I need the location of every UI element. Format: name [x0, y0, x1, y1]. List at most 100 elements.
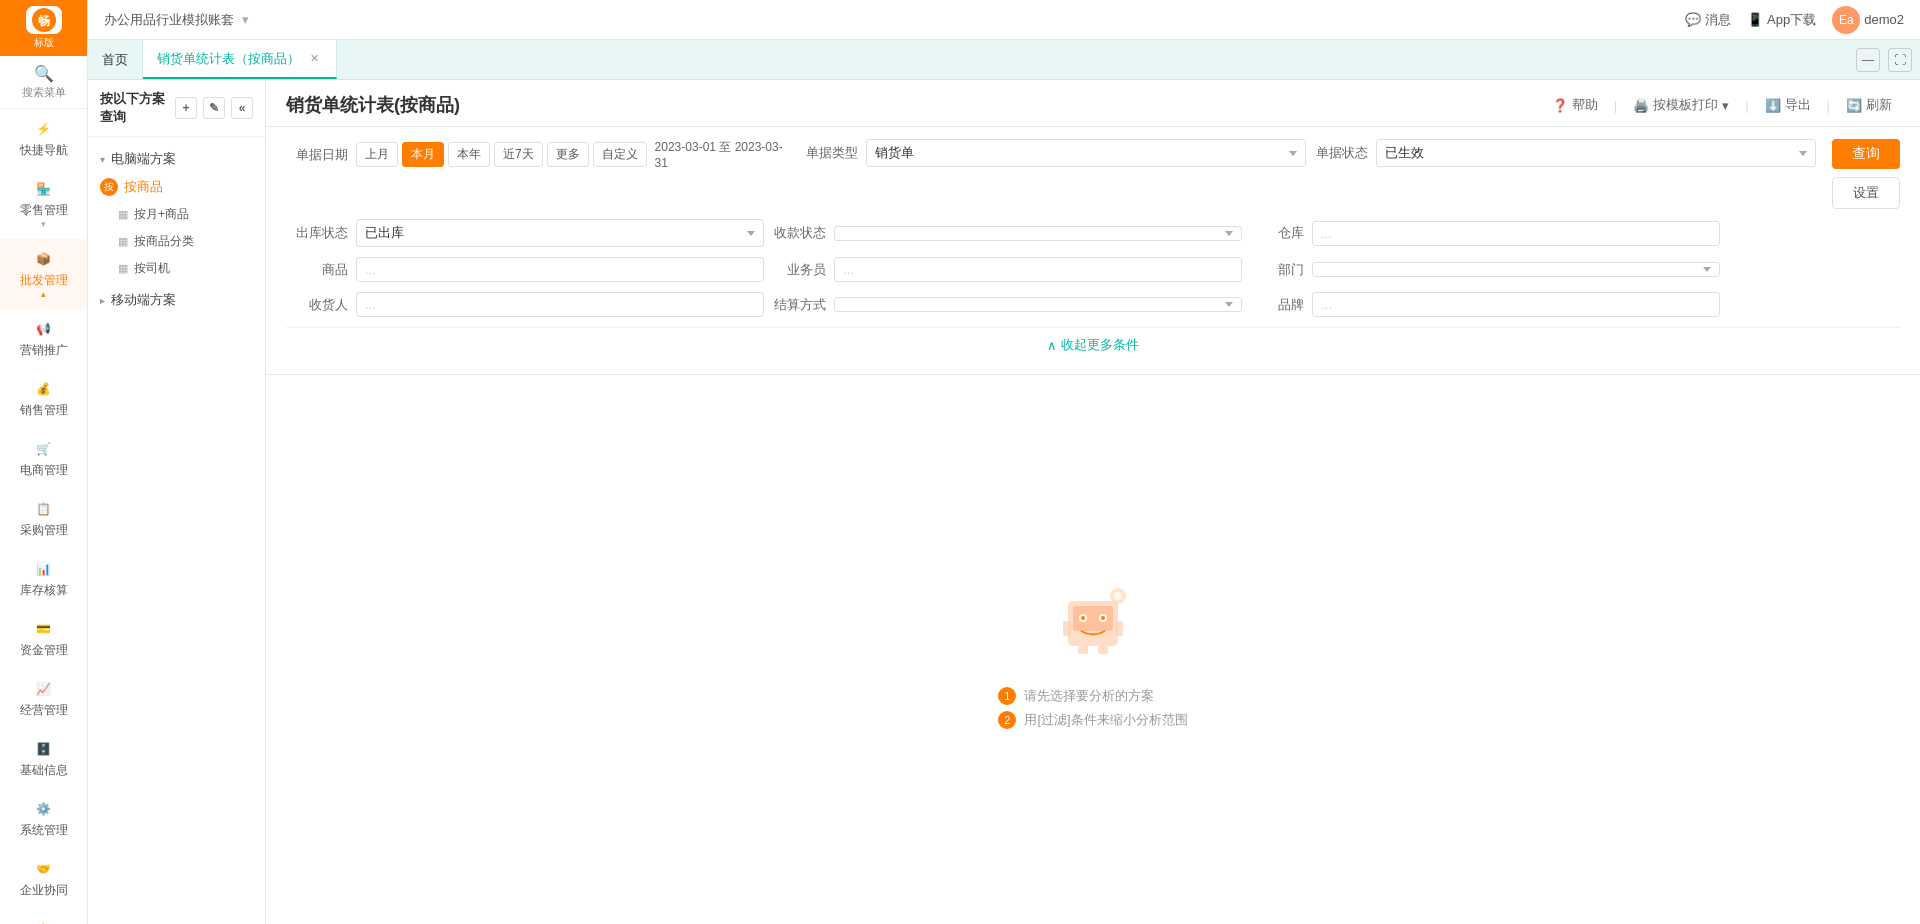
date-btn-this-month[interactable]: 本月 [402, 142, 444, 167]
app-download-btn[interactable]: 📱 App下载 [1747, 11, 1816, 29]
logo-area: 畅 标版 [0, 0, 87, 56]
settings-button[interactable]: 设置 [1832, 177, 1900, 209]
tree-sub-month-goods[interactable]: ▦ 按月+商品 [88, 201, 265, 228]
sub-item-label: 按司机 [134, 260, 170, 277]
out-status-caret [747, 231, 755, 236]
salesman-input[interactable]: ... [834, 257, 1242, 282]
sub-item-label: 按商品分类 [134, 233, 194, 250]
sidebar-item-kucun[interactable]: 📊 库存核算 [0, 549, 87, 609]
topbar-dropdown-icon[interactable]: ▾ [242, 12, 249, 27]
sidebar-item-yingxiao[interactable]: 📢 营销推广 [0, 309, 87, 369]
collapse-filters-btn[interactable]: ∧ 收起更多条件 [286, 327, 1900, 362]
sidebar-item-xinshou[interactable]: 🌟 新手引导 [0, 909, 87, 924]
tree-sub-category[interactable]: ▦ 按商品分类 [88, 228, 265, 255]
query-button[interactable]: 查询 [1832, 139, 1900, 169]
date-btn-last-month[interactable]: 上月 [356, 142, 398, 167]
message-btn[interactable]: 💬 消息 [1685, 11, 1731, 29]
date-btn-custom[interactable]: 自定义 [593, 142, 647, 167]
payment-method-select[interactable] [834, 297, 1242, 312]
avatar: Ea [1832, 6, 1860, 34]
refresh-label: 刷新 [1866, 96, 1892, 114]
collapse-arrow: ▸ [100, 295, 105, 306]
help-btn[interactable]: ❓ 帮助 [1544, 92, 1606, 118]
tab-statistics[interactable]: 销货单统计表（按商品） ✕ [143, 40, 337, 79]
doc-type-caret [1289, 151, 1297, 156]
tab-statistics-label: 销货单统计表（按商品） [157, 50, 300, 68]
tree-group-mobile[interactable]: ▸ 移动端方案 [88, 286, 265, 314]
left-panel-actions: + ✎ « [175, 97, 253, 119]
payment-status-label: 收款状态 [764, 224, 834, 242]
goods-input[interactable]: ... [356, 257, 764, 282]
page-header: 销货单统计表(按商品) ❓ 帮助 | 🖨️ 按模板打印 ▾ | ⬇️ [266, 80, 1920, 127]
svg-rect-3 [1073, 606, 1113, 631]
tree-group-pc[interactable]: ▾ 电脑端方案 [88, 145, 265, 173]
refresh-icon: 🔄 [1846, 98, 1862, 113]
tab-minimize-btn[interactable]: — [1856, 48, 1880, 72]
tree-item-by-goods[interactable]: 按 按商品 [88, 173, 265, 201]
sidebar-item-lingshou[interactable]: 🏪 零售管理 ▾ [0, 169, 87, 239]
collapse-panel-btn[interactable]: « [231, 97, 253, 119]
sidebar-item-dianshang[interactable]: 🛒 电商管理 [0, 429, 87, 489]
sidebar-item-jichu[interactable]: 🗄️ 基础信息 [0, 729, 87, 789]
tab-close-icon[interactable]: ✕ [306, 51, 322, 67]
right-content: 销货单统计表(按商品) ❓ 帮助 | 🖨️ 按模板打印 ▾ | ⬇️ [266, 80, 1920, 924]
sidebar-item-caigou[interactable]: 📋 采购管理 [0, 489, 87, 549]
dept-caret [1703, 267, 1711, 272]
sales-icon: 💰 [34, 379, 54, 399]
add-scheme-btn[interactable]: + [175, 97, 197, 119]
print-btn[interactable]: 🖨️ 按模板打印 ▾ [1625, 92, 1737, 118]
date-btn-more[interactable]: 更多 [547, 142, 589, 167]
brand-input[interactable]: ... [1312, 292, 1720, 317]
nav-item-label: 零售管理 [20, 202, 68, 219]
date-filter-controls: 上月 本月 本年 近7天 更多 自定义 2023-03-01 至 2023-03… [356, 139, 796, 170]
sidebar-item-xiaoshou[interactable]: 💰 销售管理 [0, 369, 87, 429]
nav-item-label: 批发管理 [20, 272, 68, 289]
sidebar-item-pifa[interactable]: 📦 批发管理 ▴ [0, 239, 87, 309]
out-status-value: 已出库 [365, 224, 404, 242]
sidebar-item-kuaijie[interactable]: ⚡ 快捷导航 [0, 109, 87, 169]
refresh-btn[interactable]: 🔄 刷新 [1838, 92, 1900, 118]
doc-type-select[interactable]: 销货单 [866, 139, 1306, 167]
nav-item-label: 企业协同 [20, 882, 68, 899]
goods-value: ... [365, 262, 376, 277]
doc-status-select[interactable]: 已生效 [1376, 139, 1816, 167]
sub-icon: ▦ [118, 208, 128, 221]
payment-status-select[interactable] [834, 226, 1242, 241]
edit-scheme-btn[interactable]: ✎ [203, 97, 225, 119]
nav-item-label: 营销推广 [20, 342, 68, 359]
tab-maximize-btn[interactable]: ⛶ [1888, 48, 1912, 72]
tree-sub-driver[interactable]: ▦ 按司机 [88, 255, 265, 282]
date-btn-this-year[interactable]: 本年 [448, 142, 490, 167]
out-status-select[interactable]: 已出库 [356, 219, 764, 247]
warehouse-input[interactable]: ... [1312, 221, 1720, 246]
page-title: 销货单统计表(按商品) [286, 93, 460, 117]
topbar-left: 办公用品行业模拟账套 ▾ [104, 11, 249, 29]
nav-item-label: 采购管理 [20, 522, 68, 539]
sidebar-item-xitong[interactable]: ⚙️ 系统管理 [0, 789, 87, 849]
doc-status-value: 已生效 [1385, 144, 1424, 162]
main-wrapper: 办公用品行业模拟账套 ▾ 💬 消息 📱 App下载 Ea demo2 首页 [88, 0, 1920, 924]
date-btn-7days[interactable]: 近7天 [494, 142, 543, 167]
expand-arrow: ▾ [100, 154, 105, 165]
user-name: demo2 [1864, 12, 1904, 27]
operations-icon: 📈 [34, 679, 54, 699]
sidebar-item-zijin[interactable]: 💳 资金管理 [0, 609, 87, 669]
dept-select[interactable] [1312, 262, 1720, 277]
export-btn[interactable]: ⬇️ 导出 [1757, 92, 1819, 118]
tab-home[interactable]: 首页 [88, 40, 143, 79]
svg-point-7 [1101, 616, 1105, 620]
sidebar-item-qiye[interactable]: 🤝 企业协同 [0, 849, 87, 909]
warehouse-label: 仓库 [1242, 224, 1312, 242]
receiver-input[interactable]: ... [356, 292, 764, 317]
help-icon: ❓ [1552, 98, 1568, 113]
sidebar-search[interactable]: 🔍 搜索菜单 [0, 56, 87, 109]
user-area[interactable]: Ea demo2 [1832, 6, 1904, 34]
svg-rect-10 [1078, 646, 1088, 654]
logo-icon: 畅 [26, 6, 62, 34]
app-download-label: App下载 [1767, 11, 1816, 29]
filter-area: 单据日期 上月 本月 本年 近7天 更多 自定义 2023-03-01 至 20… [266, 127, 1920, 375]
brand-value: ... [1321, 297, 1332, 312]
sidebar-item-jingying[interactable]: 📈 经营管理 [0, 669, 87, 729]
left-panel-title: 按以下方案查询 [100, 90, 175, 126]
inventory-icon: 📊 [34, 559, 54, 579]
